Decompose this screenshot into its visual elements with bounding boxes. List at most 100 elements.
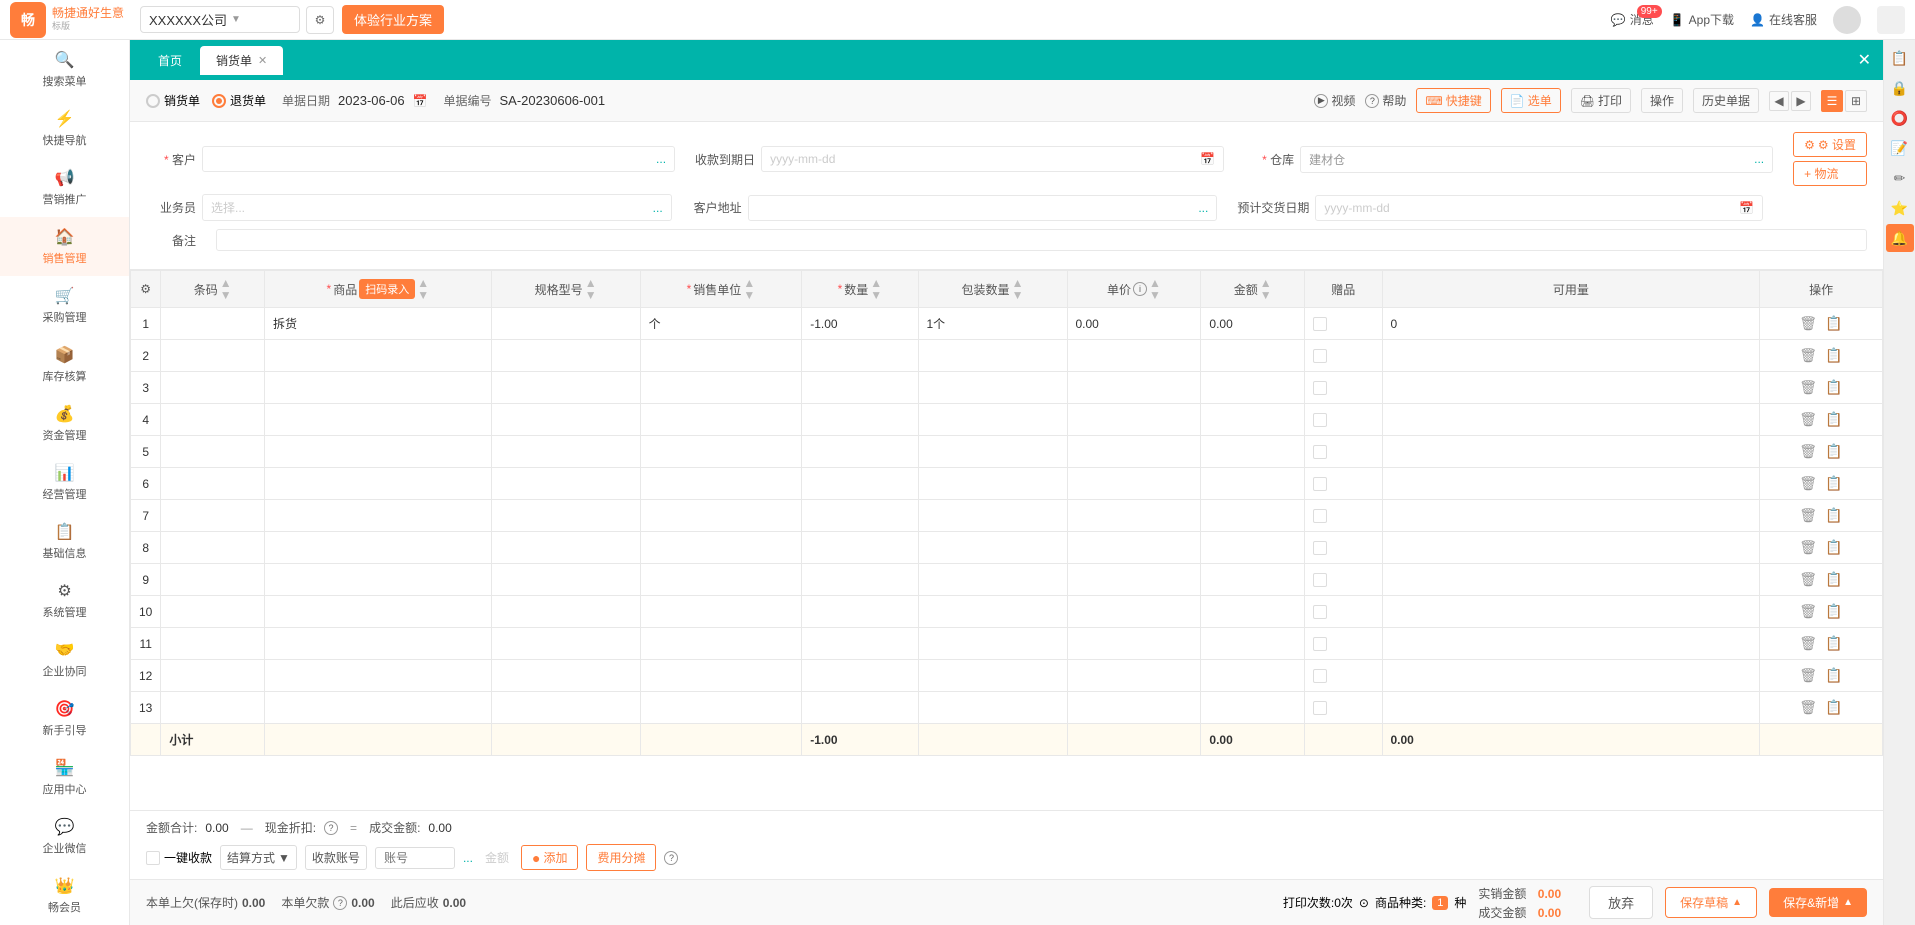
copy-row-button[interactable]: 📋: [1823, 473, 1845, 495]
sidebar-item-system[interactable]: ⚙ 系统管理: [0, 571, 129, 630]
sidebar-item-guide[interactable]: 🎯 新手引导: [0, 689, 129, 748]
delete-row-button[interactable]: 🗑: [1797, 409, 1819, 431]
one-click-pay-checkbox[interactable]: 一键收款: [146, 849, 212, 866]
next-arrow[interactable]: ▶: [1791, 91, 1811, 111]
one-click-pay-cb[interactable]: [146, 851, 160, 865]
scan-button[interactable]: 扫码录入: [359, 279, 415, 299]
right-panel-notes-icon[interactable]: 📝: [1886, 134, 1914, 162]
copy-row-button[interactable]: 📋: [1823, 345, 1845, 367]
grid-view-icon[interactable]: ⊞: [1845, 90, 1867, 112]
payment-method-select[interactable]: 结算方式 ▼: [220, 845, 297, 870]
save-draft-button[interactable]: 保存草稿 ▲: [1665, 887, 1757, 918]
delete-row-button[interactable]: 🗑: [1797, 633, 1819, 655]
help-action[interactable]: ? 帮助: [1365, 92, 1406, 109]
right-panel-clipboard-icon[interactable]: 📋: [1886, 44, 1914, 72]
sidebar-item-quick-nav[interactable]: ⚡ 快捷导航: [0, 99, 129, 158]
sidebar-item-purchase[interactable]: 🛒 采购管理: [0, 276, 129, 335]
copy-row-button[interactable]: 📋: [1823, 377, 1845, 399]
right-panel-circle-icon[interactable]: ⭕: [1886, 104, 1914, 132]
print-button[interactable]: 🖨 打印: [1571, 88, 1631, 113]
copy-row-button[interactable]: 📋: [1823, 697, 1845, 719]
prev-arrow[interactable]: ◀: [1769, 91, 1789, 111]
messages-button[interactable]: 💬 消息 99+: [1611, 11, 1654, 28]
gift-checkbox[interactable]: [1313, 317, 1327, 331]
copy-row-button[interactable]: 📋: [1823, 665, 1845, 687]
delete-row-button[interactable]: 🗑: [1797, 601, 1819, 623]
customer-addr-input[interactable]: ...: [748, 195, 1218, 221]
notes-input[interactable]: [216, 229, 1867, 251]
delivery-calendar-icon[interactable]: 📅: [1739, 201, 1754, 215]
copy-row-button[interactable]: 📋: [1823, 601, 1845, 623]
gift-checkbox[interactable]: [1313, 413, 1327, 427]
app-download-button[interactable]: 📱 App下载: [1670, 11, 1734, 28]
warehouse-input[interactable]: 建材仓 ...: [1300, 146, 1773, 173]
settings-icon[interactable]: ⚙: [306, 6, 334, 34]
copy-row-button[interactable]: 📋: [1823, 409, 1845, 431]
amount-input[interactable]: [375, 847, 455, 869]
due-date-calendar-icon[interactable]: 📅: [1200, 152, 1215, 166]
close-all-icon[interactable]: ✕: [1858, 50, 1871, 70]
radio-sale[interactable]: 销货单: [146, 92, 200, 109]
sidebar-item-apps[interactable]: 🏪 应用中心: [0, 748, 129, 807]
discard-button[interactable]: 放弃: [1589, 886, 1653, 919]
sidebar-item-ops[interactable]: 📊 经营管理: [0, 453, 129, 512]
select-order-button[interactable]: 📄 选单: [1501, 88, 1561, 113]
gift-checkbox[interactable]: [1313, 605, 1327, 619]
sidebar-item-sales[interactable]: 🏠 销售管理: [0, 217, 129, 276]
delete-row-button[interactable]: 🗑: [1797, 505, 1819, 527]
right-panel-edit-icon[interactable]: ✏: [1886, 164, 1914, 192]
sidebar-item-marketing[interactable]: 📢 营销推广: [0, 158, 129, 217]
copy-row-button[interactable]: 📋: [1823, 569, 1845, 591]
tab-close-icon[interactable]: ✕: [258, 54, 267, 67]
delete-row-button[interactable]: 🗑: [1797, 665, 1819, 687]
sidebar-item-wechat[interactable]: 💬 企业微信: [0, 807, 129, 866]
cash-discount-help-icon[interactable]: ?: [324, 821, 338, 835]
account-select[interactable]: 收款账号: [305, 845, 367, 870]
gift-checkbox[interactable]: [1313, 381, 1327, 395]
delete-row-button[interactable]: 🗑: [1797, 441, 1819, 463]
gift-checkbox[interactable]: [1313, 445, 1327, 459]
gift-checkbox[interactable]: [1313, 541, 1327, 555]
tab-sales-order[interactable]: 销货单 ✕: [200, 46, 283, 75]
delete-row-button[interactable]: 🗑: [1797, 473, 1819, 495]
list-view-icon[interactable]: ☰: [1821, 90, 1843, 112]
gift-checkbox[interactable]: [1313, 349, 1327, 363]
right-panel-lock-icon[interactable]: 🔒: [1886, 74, 1914, 102]
sidebar-item-basic[interactable]: 📋 基础信息: [0, 512, 129, 571]
online-service-button[interactable]: 👤 在线客服: [1750, 11, 1817, 28]
right-panel-bell-icon[interactable]: 🔔: [1886, 224, 1914, 252]
sidebar-item-finance[interactable]: 💰 资金管理: [0, 394, 129, 453]
video-action[interactable]: ▶ 视频: [1314, 92, 1355, 109]
delete-row-button[interactable]: 🗑: [1797, 537, 1819, 559]
tab-home[interactable]: 首页: [142, 46, 198, 75]
sidebar-item-enterprise[interactable]: 🤝 企业协同: [0, 630, 129, 689]
add-button[interactable]: ● 添加: [521, 845, 578, 870]
save-new-button[interactable]: 保存&新增 ▲: [1769, 888, 1867, 917]
right-panel-star-icon[interactable]: ⭐: [1886, 194, 1914, 222]
copy-row-button[interactable]: 📋: [1823, 633, 1845, 655]
delivery-date-input[interactable]: yyyy-mm-dd 📅: [1315, 195, 1763, 221]
operate-button[interactable]: 操作: [1641, 88, 1683, 113]
delete-row-button[interactable]: 🗑: [1797, 569, 1819, 591]
delete-row-button[interactable]: 🗑: [1797, 377, 1819, 399]
total-owed-help-icon[interactable]: ?: [333, 896, 347, 910]
company-selector[interactable]: XXXXXX公司 ▼: [140, 6, 300, 33]
gift-checkbox[interactable]: [1313, 637, 1327, 651]
salesperson-input[interactable]: 选择... ...: [202, 194, 672, 221]
expense-help-icon[interactable]: ?: [664, 851, 678, 865]
settings-button[interactable]: ⚙ ⚙ 设置: [1793, 132, 1867, 157]
copy-row-button[interactable]: 📋: [1823, 313, 1845, 335]
date-calendar-icon[interactable]: 📅: [413, 94, 428, 108]
user-menu-button[interactable]: [1877, 6, 1905, 34]
gift-checkbox[interactable]: [1313, 573, 1327, 587]
copy-row-button[interactable]: 📋: [1823, 505, 1845, 527]
due-date-input[interactable]: yyyy-mm-dd 📅: [761, 146, 1224, 172]
gift-checkbox[interactable]: [1313, 701, 1327, 715]
sidebar-item-search[interactable]: 🔍 搜索菜单: [0, 40, 129, 99]
avatar[interactable]: [1833, 6, 1861, 34]
delete-row-button[interactable]: 🗑: [1797, 697, 1819, 719]
copy-row-button[interactable]: 📋: [1823, 537, 1845, 559]
delete-row-button[interactable]: 🗑: [1797, 313, 1819, 335]
history-button[interactable]: 历史单据: [1693, 88, 1759, 113]
radio-return[interactable]: 退货单: [212, 92, 266, 109]
